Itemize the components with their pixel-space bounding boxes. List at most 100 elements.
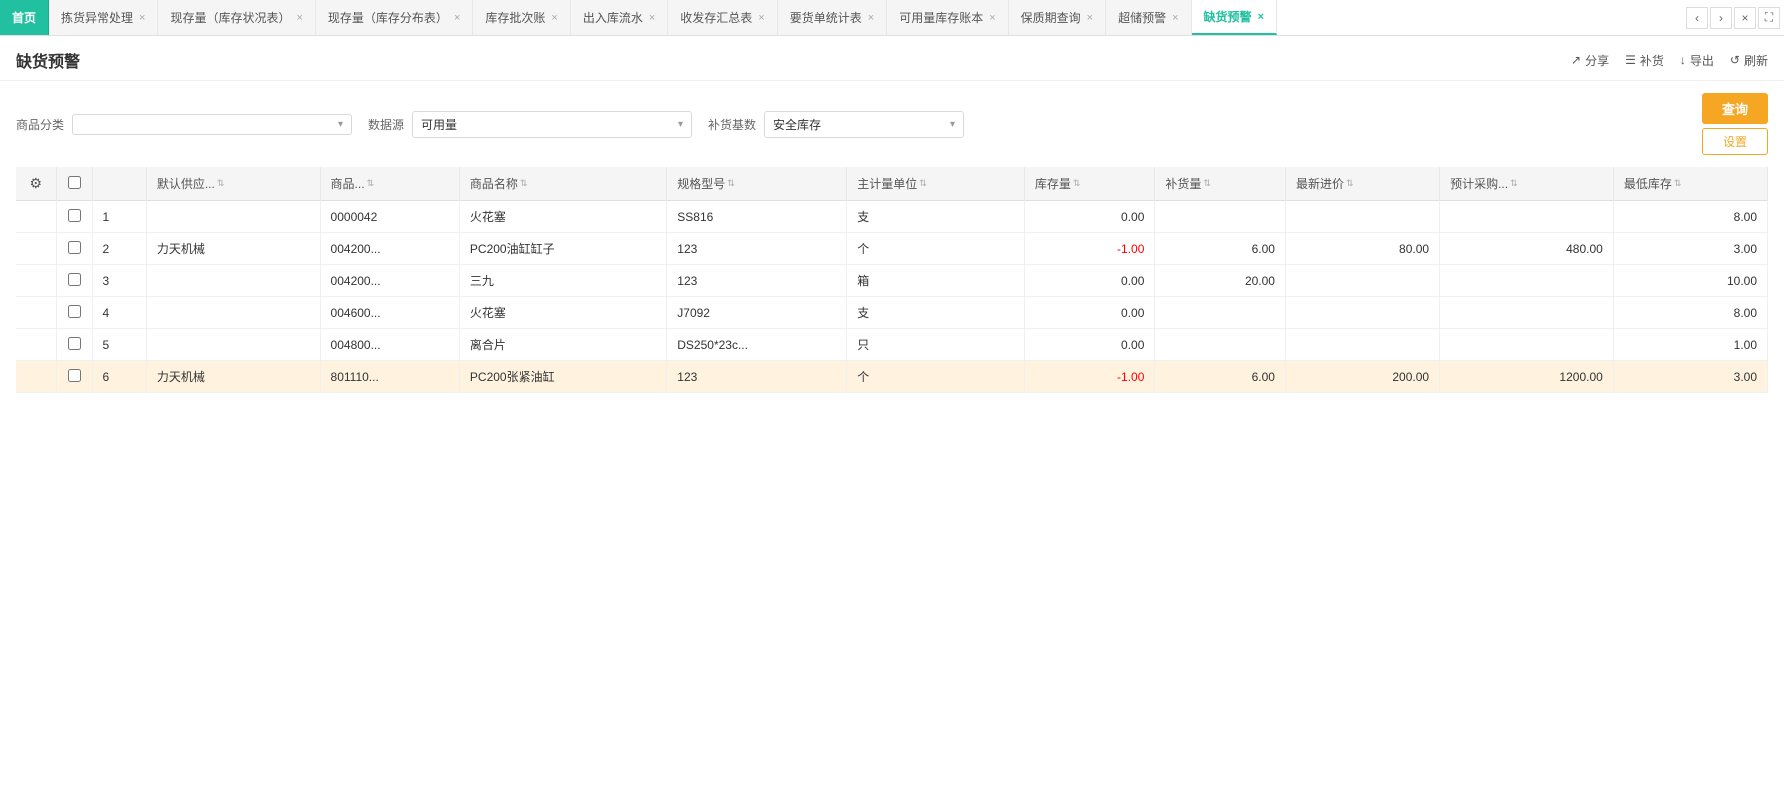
row-checkbox[interactable]	[68, 209, 81, 222]
tab-item-shortage[interactable]: 缺货预警×	[1192, 0, 1277, 35]
tab-item-receive-send[interactable]: 收发存汇总表×	[668, 0, 777, 35]
tab-close-shortage[interactable]: ×	[1258, 11, 1264, 23]
tab-item-inventory-status[interactable]: 现存量（库存状况表）×	[158, 0, 315, 35]
row-checkbox[interactable]	[68, 337, 81, 350]
tab-fullscreen[interactable]: ⛶	[1758, 7, 1780, 29]
row-supplier-cell	[146, 265, 320, 297]
tab-close-batch-account[interactable]: ×	[551, 12, 557, 24]
export-action[interactable]: ↓ 导出	[1680, 52, 1714, 69]
tab-close-all[interactable]: ×	[1734, 7, 1756, 29]
tab-item-inventory-dist[interactable]: 现存量（库存分布表）×	[316, 0, 473, 35]
share-action[interactable]: ↗ 分享	[1571, 52, 1609, 69]
product-code-sort-icon: ⇅	[367, 178, 375, 189]
row-checkbox[interactable]	[68, 305, 81, 318]
row-min-stock-cell: 8.00	[1613, 297, 1767, 329]
replenish-base-select[interactable]: 安全库存 ▾	[764, 111, 964, 138]
tab-item-inout-flow[interactable]: 出入库流水×	[571, 0, 668, 35]
tab-scroll-right[interactable]: ›	[1710, 7, 1732, 29]
replenish-base-value: 安全库存	[773, 116, 821, 133]
tab-close-order-stat[interactable]: ×	[868, 12, 874, 24]
spec-sort-icon: ⇅	[727, 178, 735, 189]
col-estimated-purchase[interactable]: 预计采购... ⇅	[1440, 167, 1614, 201]
estimated-purchase-sort-icon: ⇅	[1510, 178, 1518, 189]
col-supplier[interactable]: 默认供应... ⇅	[146, 167, 320, 201]
row-code-cell: 004600...	[320, 297, 459, 329]
tab-close-inout-flow[interactable]: ×	[649, 12, 655, 24]
query-button[interactable]: 查询	[1702, 93, 1768, 124]
col-product-name[interactable]: 商品名称 ⇅	[459, 167, 666, 201]
settings-button[interactable]: 设置	[1702, 128, 1768, 155]
page-title: 缺货预警	[16, 48, 80, 72]
table-header-row: ⚙ 默认供应... ⇅ 商品...	[16, 167, 1768, 201]
col-unit[interactable]: 主计量单位 ⇅	[847, 167, 1025, 201]
tab-item-batch-account[interactable]: 库存批次账×	[473, 0, 570, 35]
gear-icon[interactable]: ⚙	[29, 175, 42, 192]
row-settings-cell	[16, 265, 56, 297]
datasource-select[interactable]: 可用量 ▾	[412, 111, 692, 138]
row-replenish-qty-cell: 20.00	[1155, 265, 1286, 297]
row-estimated-purchase-cell	[1440, 265, 1614, 297]
row-min-stock-cell: 3.00	[1613, 233, 1767, 265]
row-checkbox[interactable]	[68, 369, 81, 382]
tab-close-expiry[interactable]: ×	[1087, 12, 1093, 24]
row-unit-cell: 个	[847, 361, 1025, 393]
datasource-filter-group: 数据源 可用量 ▾	[368, 111, 692, 138]
row-checkbox-cell[interactable]	[56, 297, 92, 329]
col-latest-price[interactable]: 最新进价 ⇅	[1285, 167, 1439, 201]
tab-close-exception[interactable]: ×	[139, 12, 145, 24]
tab-close-overstock[interactable]: ×	[1172, 12, 1178, 24]
row-spec-cell: 123	[667, 233, 847, 265]
row-checkbox-cell[interactable]	[56, 329, 92, 361]
tab-item-overstock[interactable]: 超储预警×	[1106, 0, 1191, 35]
table-row: 1 0000042 火花塞 SS816 支 0.00 8.00	[16, 201, 1768, 233]
col-replenish-qty[interactable]: 补货量 ⇅	[1155, 167, 1286, 201]
select-all-checkbox[interactable]	[68, 176, 81, 189]
row-settings-cell	[16, 201, 56, 233]
replenish-action[interactable]: ☰ 补货	[1625, 52, 1664, 69]
row-settings-cell	[16, 233, 56, 265]
tab-item-expiry[interactable]: 保质期查询×	[1009, 0, 1106, 35]
row-num-cell: 2	[92, 233, 146, 265]
tab-item-exception[interactable]: 拣货异常处理×	[49, 0, 158, 35]
row-checkbox-cell[interactable]	[56, 265, 92, 297]
refresh-action[interactable]: ↺ 刷新	[1730, 52, 1768, 69]
row-checkbox-cell[interactable]	[56, 201, 92, 233]
tab-scroll-left[interactable]: ‹	[1686, 7, 1708, 29]
row-settings-cell	[16, 297, 56, 329]
row-checkbox[interactable]	[68, 241, 81, 254]
tab-close-receive-send[interactable]: ×	[758, 12, 764, 24]
col-spec[interactable]: 规格型号 ⇅	[667, 167, 847, 201]
category-label: 商品分类	[16, 116, 64, 133]
unit-col-label: 主计量单位	[857, 175, 917, 192]
product-name-col-label: 商品名称	[470, 175, 518, 192]
col-checkbox[interactable]	[56, 167, 92, 201]
row-code-cell: 801110...	[320, 361, 459, 393]
tab-close-inventory-dist[interactable]: ×	[454, 12, 460, 24]
col-stock-qty[interactable]: 库存量 ⇅	[1024, 167, 1155, 201]
row-estimated-purchase-cell: 480.00	[1440, 233, 1614, 265]
col-rownum	[92, 167, 146, 201]
row-checkbox-cell[interactable]	[56, 233, 92, 265]
col-min-stock[interactable]: 最低库存 ⇅	[1613, 167, 1767, 201]
col-settings[interactable]: ⚙	[16, 167, 56, 201]
row-checkbox[interactable]	[68, 273, 81, 286]
row-num-cell: 6	[92, 361, 146, 393]
tab-close-available-ledger[interactable]: ×	[989, 12, 995, 24]
replenish-base-chevron-icon: ▾	[950, 119, 955, 130]
row-name-cell: PC200张紧油缸	[459, 361, 666, 393]
tab-item-order-stat[interactable]: 要货单统计表×	[778, 0, 887, 35]
row-unit-cell: 箱	[847, 265, 1025, 297]
min-stock-col-label: 最低库存	[1624, 175, 1672, 192]
row-code-cell: 004200...	[320, 233, 459, 265]
row-unit-cell: 支	[847, 297, 1025, 329]
category-select[interactable]: ▾	[72, 114, 352, 135]
spec-col-label: 规格型号	[677, 175, 725, 192]
tab-item-available-ledger[interactable]: 可用量库存账本×	[887, 0, 1008, 35]
row-estimated-purchase-cell	[1440, 329, 1614, 361]
tab-close-inventory-status[interactable]: ×	[296, 12, 302, 24]
row-checkbox-cell[interactable]	[56, 361, 92, 393]
col-product-code[interactable]: 商品... ⇅	[320, 167, 459, 201]
table-row: 4 004600... 火花塞 J7092 支 0.00 8.00	[16, 297, 1768, 329]
tab-item-home[interactable]: 首页	[0, 0, 49, 35]
row-stock-qty-cell: 0.00	[1024, 201, 1155, 233]
